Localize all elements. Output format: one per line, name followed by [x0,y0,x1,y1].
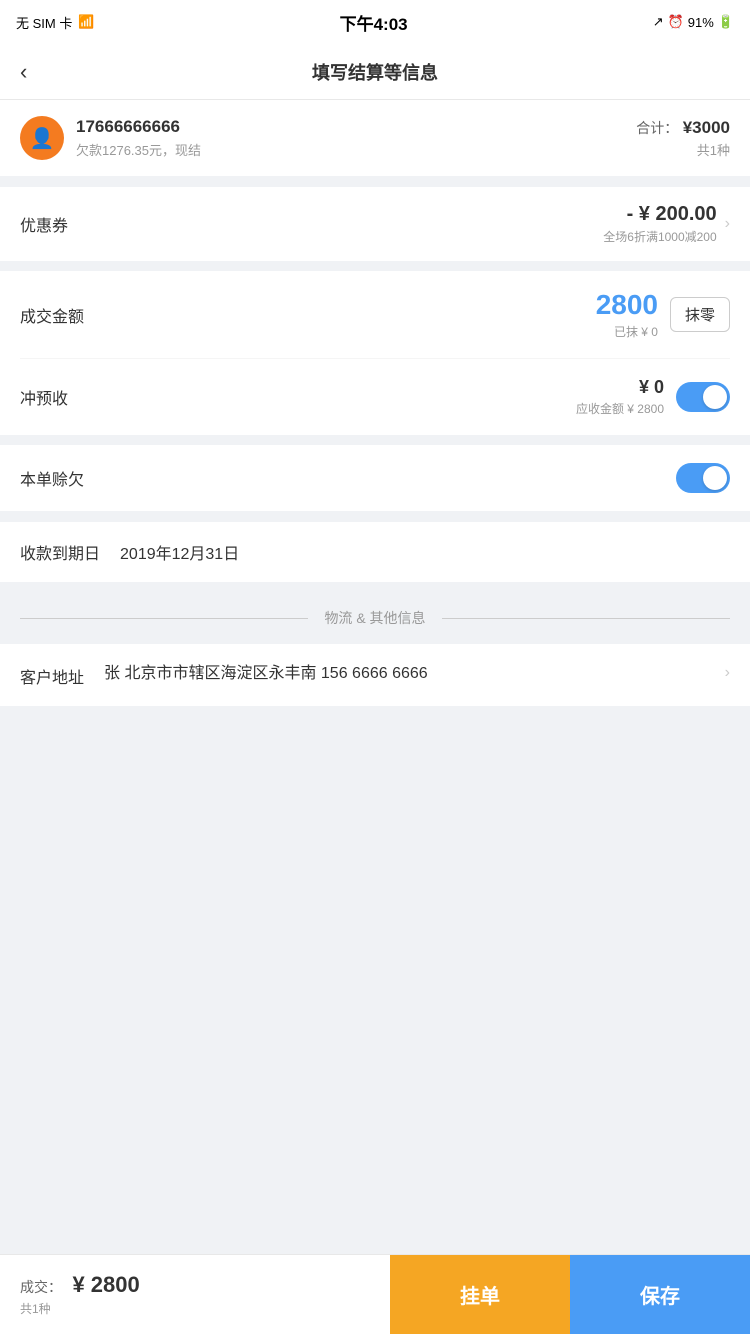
amount-row: 成交金额 2800 已抹 ¥ 0 抹零 [20,271,730,359]
bottom-deal-count: 共1种 [20,1300,370,1317]
prereceive-sub: 应收金额 ¥ 2800 [576,400,664,417]
duedate-label: 收款到期日 [20,540,100,564]
debt-toggle[interactable] [676,463,730,493]
status-bar: 无 SIM 卡 📶 下午4:03 ↗ ⏰ 91% 🔋 [0,0,750,44]
address-label: 客户地址 [20,662,84,688]
no-sim-text: 无 SIM 卡 [16,13,72,32]
prereceive-value-group: ¥ 0 应收金额 ¥ 2800 [576,377,664,417]
coupon-label: 优惠券 [20,212,68,236]
bottom-deal-row: 成交： ¥ 2800 [20,1272,370,1298]
user-info-left: 👤 17666666666 欠款1276.35元，现结 [20,116,201,160]
save-button[interactable]: 保存 [570,1255,750,1334]
user-details: 17666666666 欠款1276.35元，现结 [76,117,201,159]
amount-number: 2800 [596,289,658,321]
coupon-arrow-icon: › [725,215,730,233]
gap-1 [0,176,750,186]
location-icon: ↗ [653,14,664,30]
total-label: 合计： [636,120,678,136]
debt-label: 本单赊欠 [20,466,84,490]
amount-sub: 已抹 ¥ 0 [596,323,658,340]
coupon-right: - ¥ 200.00 全场6折满1000减200 › [603,203,730,245]
gap-6 [0,706,750,906]
round-button[interactable]: 抹零 [670,297,730,332]
battery-icon: 🔋 [718,14,734,30]
header-line-left [20,618,308,619]
status-left: 无 SIM 卡 📶 [16,13,95,32]
debt-row: 本单赊欠 [0,445,750,511]
page-title: 填写结算等信息 [312,59,438,85]
prereceive-amount: ¥ 0 [576,377,664,398]
user-sub-text: 欠款1276.35元，现结 [76,140,201,159]
back-button[interactable]: ‹ [12,51,35,93]
duedate-value: 2019年12月31日 [120,540,239,564]
battery-text: 91% [688,15,714,30]
amount-value-group: 2800 已抹 ¥ 0 [596,289,658,340]
coupon-desc: 全场6折满1000减200 [603,228,716,245]
amount-section: 成交金额 2800 已抹 ¥ 0 抹零 冲预收 ¥ 0 应收金额 ¥ 2800 [0,271,750,435]
bottom-summary: 成交： ¥ 2800 共1种 [0,1272,390,1317]
bottom-bar: 成交： ¥ 2800 共1种 挂单 保存 [0,1254,750,1334]
user-card: 👤 17666666666 欠款1276.35元，现结 合计： ¥3000 共1… [0,100,750,176]
user-count: 共1种 [636,140,730,159]
user-total-row: 合计： ¥3000 [636,118,730,138]
nav-bar: ‹ 填写结算等信息 [0,44,750,100]
wifi-icon: 📶 [78,14,94,30]
avatar-icon: 👤 [30,126,55,151]
prereceive-toggle[interactable] [676,382,730,412]
amount-right: 2800 已抹 ¥ 0 抹零 [596,289,730,340]
coupon-discount: - ¥ 200.00 [603,203,716,226]
gap-4 [0,511,750,521]
address-value: 张 北京市市辖区海淀区永丰南 156 6666 6666 [104,662,717,686]
avatar: 👤 [20,116,64,160]
hang-button[interactable]: 挂单 [390,1255,570,1334]
logistics-header-text: 物流 & 其他信息 [324,608,425,628]
gap-3 [0,435,750,445]
address-arrow-icon: › [725,662,730,682]
alarm-icon: ⏰ [668,14,684,30]
section-header-logistics: 物流 & 其他信息 [0,592,750,644]
gap-2 [0,261,750,271]
coupon-row[interactable]: 优惠券 - ¥ 200.00 全场6折满1000减200 › [0,187,750,261]
prereceive-row: 冲预收 ¥ 0 应收金额 ¥ 2800 [20,359,730,435]
prereceive-right: ¥ 0 应收金额 ¥ 2800 [576,377,730,417]
duedate-row: 收款到期日 2019年12月31日 [0,522,750,582]
coupon-value-group: - ¥ 200.00 全场6折满1000减200 [603,203,716,245]
amount-label: 成交金额 [20,303,84,327]
bottom-deal-label: 成交： [20,1279,62,1295]
prereceive-label: 冲预收 [20,385,68,409]
status-right: ↗ ⏰ 91% 🔋 [653,14,734,30]
total-amount: ¥3000 [683,118,730,137]
header-line-right [442,618,730,619]
address-row[interactable]: 客户地址 张 北京市市辖区海淀区永丰南 156 6666 6666 › [0,644,750,706]
user-info-right: 合计： ¥3000 共1种 [636,118,730,159]
gap-5 [0,582,750,592]
user-phone: 17666666666 [76,117,201,137]
bottom-deal-amount: ¥ 2800 [72,1272,139,1297]
status-time: 下午4:03 [340,10,408,35]
content: 👤 17666666666 欠款1276.35元，现结 合计： ¥3000 共1… [0,100,750,986]
